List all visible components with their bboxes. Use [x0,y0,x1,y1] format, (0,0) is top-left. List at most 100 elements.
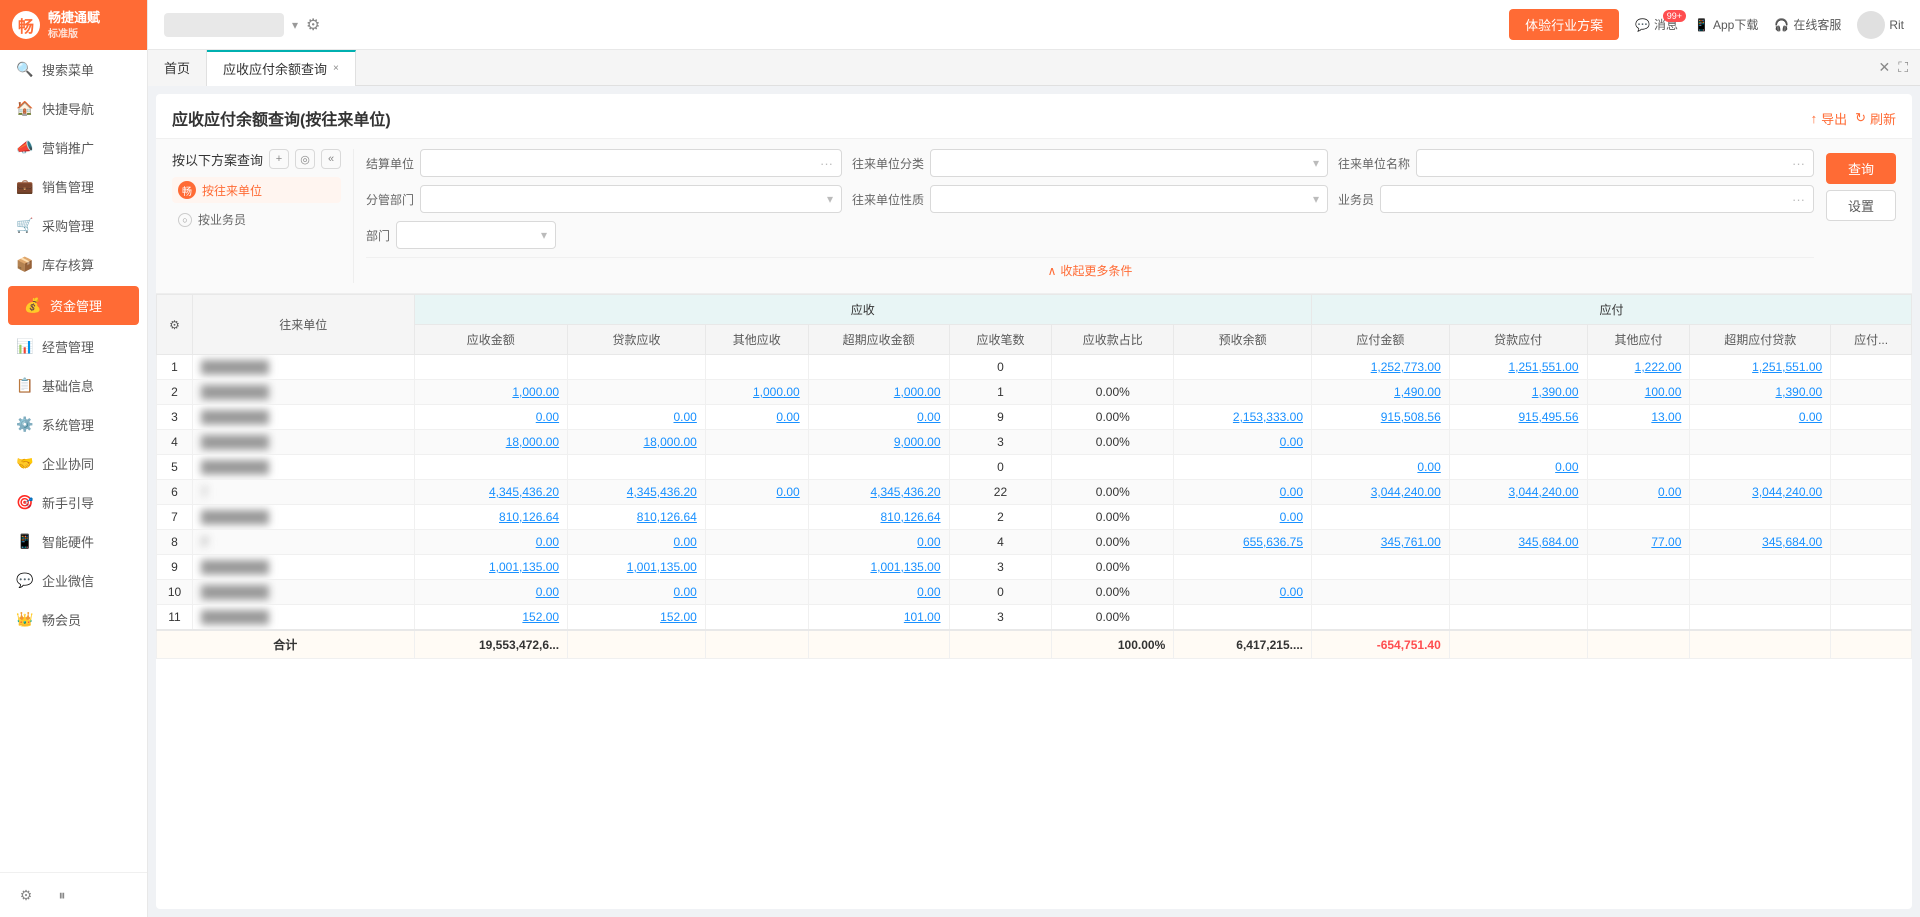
sidebar-item-label: 搜索菜单 [42,60,94,79]
message-item[interactable]: 💬 消息 99+ [1635,16,1678,33]
refresh-label: 刷新 [1870,109,1896,128]
partner-name-label: 往来单位名称 [1338,155,1410,172]
partner-category-input[interactable]: ▾ [930,149,1328,177]
settlement-unit-input[interactable]: ··· [420,149,842,177]
th-ar-overdue: 超期应收金额 [808,325,949,355]
service-item[interactable]: 🎧 在线客服 [1774,16,1841,33]
dept-input[interactable]: ▾ [420,185,842,213]
table-row: 11████████152.00152.00101.0030.00% [157,605,1912,631]
sidebar-item-search[interactable]: 🔍 搜索菜单 [0,50,147,89]
export-button[interactable]: ↑ 导出 [1811,109,1848,128]
partner-category-arrow: ▾ [1313,156,1319,170]
th-payable-group: 应付 [1312,295,1912,325]
sidebar-item-operations[interactable]: 📊 经营管理 [0,327,147,366]
search-row-2: 分管部门 ▾ 往来单位性质 ▾ 业务员 [366,185,1814,213]
field-partner-name: 往来单位名称 ··· [1338,149,1814,177]
refresh-button[interactable]: ↻ 刷新 [1855,109,1896,128]
message-icon: 💬 [1635,18,1650,32]
field-section-dept: 部门 ▾ [366,221,845,249]
field-partner-nature: 往来单位性质 ▾ [852,185,1328,213]
home-icon: 🏠 [16,100,34,118]
app-download-item[interactable]: 📱 App下载 [1694,16,1758,33]
th-ap-overdue: 超期应付贷款 [1690,325,1831,355]
query-button[interactable]: 查询 [1826,153,1896,184]
sidebar-item-system[interactable]: ⚙️ 系统管理 [0,405,147,444]
more-conditions-toggle[interactable]: ∧ 收起更多条件 [366,257,1814,283]
avatar [1857,11,1885,39]
footer-ar-count [949,630,1052,659]
tab-close-icon[interactable]: × [333,63,339,74]
edit-query-button[interactable]: ◎ [295,149,315,169]
settings-icon[interactable]: ⚙ [306,15,320,35]
th-ap-extra: 应付... [1831,325,1912,355]
sidebar-item-quick-nav[interactable]: 🏠 快捷导航 [0,89,147,128]
page-header: 应收应付余额查询(按往来单位) ↑ 导出 ↻ 刷新 [156,94,1912,139]
partner-nature-input[interactable]: ▾ [930,185,1328,213]
sidebar-item-inventory[interactable]: 📦 库存核算 [0,245,147,284]
logo-text: 畅捷通赋 [48,10,100,26]
sidebar-item-member[interactable]: 👑 畅会员 [0,600,147,639]
tab-home-label: 首页 [164,58,190,77]
tab-home[interactable]: 首页 [148,50,207,86]
table-wrapper[interactable]: ⚙ 往来单位 应收 应付 应收金额 贷款应收 其他应收 超期应收金额 应收笔数 … [156,294,1912,909]
setting-button[interactable]: 设置 [1826,190,1896,221]
sidebar-item-label: 资金管理 [50,296,102,315]
table-row: 7████████810,126.64810,126.64810,126.642… [157,505,1912,530]
query-panel-by-partner[interactable]: 畅 按往来单位 [172,177,341,203]
add-query-button[interactable]: + [269,149,289,169]
table-settings-icon[interactable]: ⚙ [169,318,180,332]
sidebar-item-sales[interactable]: 💼 销售管理 [0,167,147,206]
message-badge: 99+ [1663,10,1686,22]
sidebar-item-purchase[interactable]: 🛒 采购管理 [0,206,147,245]
app-label: App下载 [1713,16,1758,33]
table-row: 4████████18,000.0018,000.009,000.0030.00… [157,430,1912,455]
sidebar-item-label: 智能硬件 [42,532,94,551]
maximize-window-icon[interactable]: ⛶ [1898,59,1908,76]
settings-footer-btn[interactable]: ⚙ [12,881,40,909]
sidebar-item-label: 企业协同 [42,454,94,473]
solution-button[interactable]: 体验行业方案 [1509,9,1619,40]
close-window-icon[interactable]: ✕ [1878,59,1890,76]
logo-sub: 标准版 [48,25,100,40]
footer-ar-amount: 19,553,472,6... [414,630,568,659]
section-dept-input[interactable]: ▾ [396,221,556,249]
sidebar-logo: 畅 畅捷通赋 标准版 [0,0,147,50]
tab-arbalance[interactable]: 应收应付余额查询 × [207,50,356,86]
sidebar-item-wechat[interactable]: 💬 企业微信 [0,561,147,600]
breadcrumb: ▾ ⚙ [164,13,1509,37]
header-search-area[interactable] [164,13,284,37]
th-receivable-group: 应收 [414,295,1312,325]
sidebar-item-label: 采购管理 [42,216,94,235]
salesperson-dots: ··· [1792,192,1805,207]
partner-name-dots: ··· [1792,156,1805,171]
th-partner: 往来单位 [193,295,415,355]
tab-arbalance-label: 应收应付余额查询 [223,59,327,78]
page-actions: ↑ 导出 ↻ 刷新 [1811,109,1896,128]
more-query-button[interactable]: « [321,149,341,169]
search-row-3: 部门 ▾ [366,221,1814,249]
user-item[interactable]: Rit [1857,11,1904,39]
query-panel-by-sales[interactable]: ○ 按业务员 [172,207,341,232]
partner-panel-label: 按往来单位 [202,182,262,199]
service-icon: 🎧 [1774,18,1789,32]
sidebar-item-hardware[interactable]: 📱 智能硬件 [0,522,147,561]
query-buttons: 查询 设置 [1826,149,1896,283]
collapse-btn[interactable]: ⏸ [48,881,76,909]
inventory-icon: 📦 [16,256,34,274]
th-ar-amount: 应收金额 [414,325,568,355]
sidebar-item-label: 库存核算 [42,255,94,274]
field-settlement-unit: 结算单位 ··· [366,149,842,177]
sidebar-item-guide[interactable]: 🎯 新手引导 [0,483,147,522]
partner-name-input[interactable]: ··· [1416,149,1814,177]
finance-icon: 💰 [24,297,42,315]
footer-ar-ratio: 100.00% [1052,630,1174,659]
sidebar-item-basic[interactable]: 📋 基础信息 [0,366,147,405]
salesperson-input[interactable]: ··· [1380,185,1814,213]
search-row-1: 结算单位 ··· 往来单位分类 ▾ 往来单位名称 [366,149,1814,177]
sidebar-item-marketing[interactable]: 📣 营销推广 [0,128,147,167]
th-settings: ⚙ [157,295,193,355]
sidebar-item-finance[interactable]: 💰 资金管理 [8,286,139,325]
sales-panel-icon: ○ [178,213,192,227]
sidebar-item-enterprise[interactable]: 🤝 企业协同 [0,444,147,483]
table-row: 9████████1,001,135.001,001,135.001,001,1… [157,555,1912,580]
